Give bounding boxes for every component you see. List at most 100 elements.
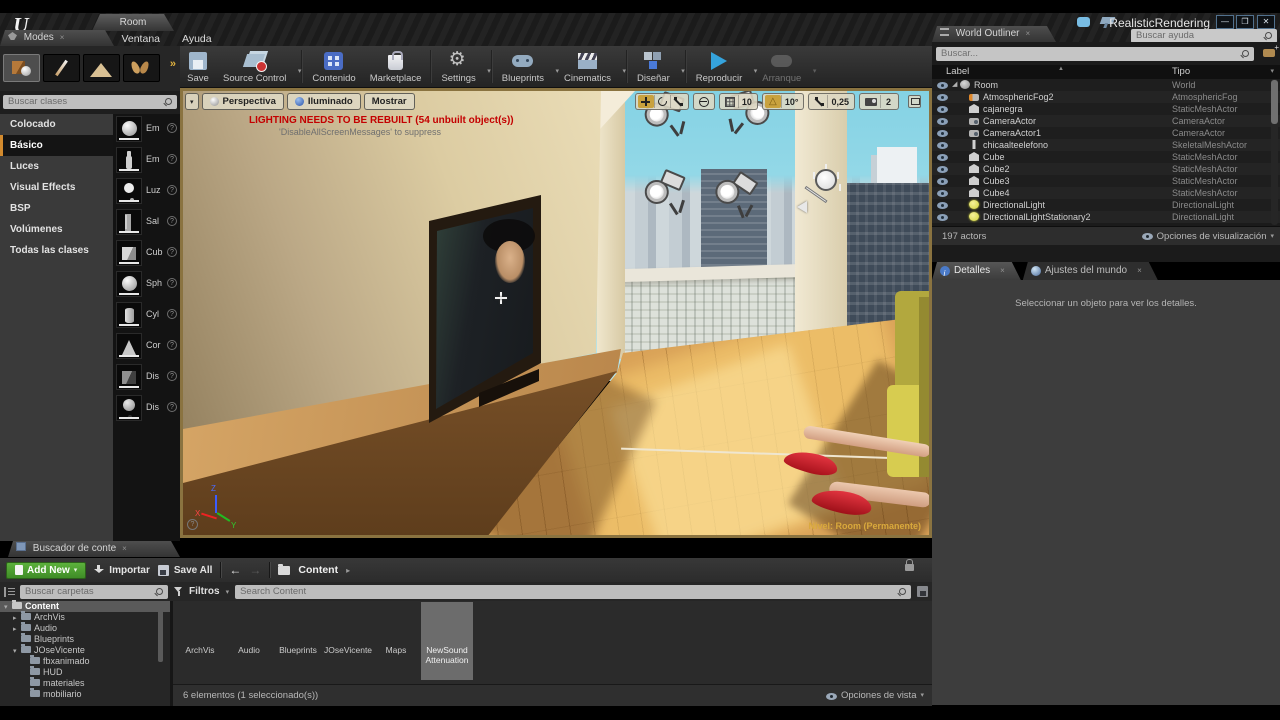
tab-content-browser[interactable]: Buscador de conte × bbox=[8, 541, 180, 557]
help-icon[interactable] bbox=[167, 185, 177, 195]
view-options-button[interactable]: Opciones de vista ▾ bbox=[825, 685, 924, 707]
asset-tile[interactable]: Blueprints bbox=[274, 602, 322, 680]
outliner-row[interactable]: chicaalteelefono SkeletalMeshActor bbox=[932, 139, 1280, 151]
folder-search-input[interactable]: Buscar carpetas bbox=[20, 584, 168, 599]
grid-snap-value[interactable]: 10 bbox=[737, 95, 755, 108]
outliner-view-options[interactable]: Opciones de visualización ▾ bbox=[1141, 227, 1274, 246]
outliner-row[interactable]: CameraActor1 CameraActor bbox=[932, 127, 1280, 139]
modes-category[interactable]: Volúmenes bbox=[0, 219, 113, 240]
mode-landscape-button[interactable] bbox=[83, 54, 120, 82]
modes-category[interactable]: BSP bbox=[0, 198, 113, 219]
outliner-row[interactable]: ◢ Room World bbox=[932, 79, 1280, 91]
mode-place-button[interactable] bbox=[3, 54, 40, 82]
outliner-row[interactable]: DirectionalLight DirectionalLight bbox=[932, 199, 1280, 211]
folder-tree-row[interactable]: mobiliario bbox=[0, 688, 170, 700]
toolbar-button[interactable]: Diseñar ▾ bbox=[630, 46, 685, 87]
save-all-button[interactable]: Save All bbox=[157, 561, 212, 579]
outliner-search-input[interactable]: Buscar... bbox=[936, 47, 1254, 61]
close-icon[interactable]: × bbox=[1000, 262, 1005, 280]
grid-snap-toggle[interactable] bbox=[722, 95, 738, 108]
toolbar-button[interactable]: Settings ▾ bbox=[434, 46, 491, 87]
spotlight-sprite-icon[interactable] bbox=[713, 170, 764, 222]
help-icon[interactable] bbox=[167, 340, 177, 350]
close-icon[interactable]: × bbox=[1026, 29, 1031, 38]
lock-icon[interactable] bbox=[905, 559, 914, 571]
rotate-tool-button[interactable] bbox=[653, 95, 670, 108]
chevron-down-icon[interactable]: ▾ bbox=[623, 67, 627, 75]
help-icon[interactable] bbox=[167, 216, 177, 226]
placeable-item[interactable]: Luz bbox=[113, 176, 180, 207]
asset-tile[interactable]: ArchVis bbox=[176, 602, 224, 680]
outliner-row[interactable]: cajanegra StaticMeshActor bbox=[932, 103, 1280, 115]
help-search-input[interactable]: Buscar ayuda bbox=[1131, 29, 1277, 43]
folder-tree-row[interactable]: ▾ Content bbox=[0, 600, 170, 612]
viewport-options-button[interactable]: ▾ bbox=[185, 93, 199, 110]
camera-speed-value[interactable]: 2 bbox=[880, 95, 896, 108]
back-arrow-icon[interactable]: ← bbox=[229, 561, 241, 579]
outliner-scrollbar-thumb[interactable] bbox=[1271, 80, 1278, 124]
filters-button[interactable]: Filtros bbox=[189, 586, 220, 597]
modes-category[interactable]: Colocado recientemente bbox=[0, 114, 113, 151]
tab-modes[interactable]: Modes × bbox=[0, 30, 114, 46]
breadcrumb-arrow-icon[interactable]: ▸ bbox=[346, 566, 350, 575]
toolbar-button[interactable]: Blueprints ▾ bbox=[495, 46, 559, 87]
outliner-row[interactable]: CameraActor CameraActor bbox=[932, 115, 1280, 127]
scale-snap-toggle[interactable] bbox=[811, 95, 827, 108]
scale-snap-value[interactable]: 0,25 bbox=[827, 95, 852, 108]
help-icon[interactable] bbox=[167, 123, 177, 133]
placeable-item[interactable]: Sal bbox=[113, 207, 180, 238]
placeable-item[interactable]: Dis bbox=[113, 393, 180, 424]
help-icon[interactable] bbox=[167, 247, 177, 257]
camera-speed-button[interactable] bbox=[862, 95, 880, 108]
toolbar-button[interactable]: Reproducir ▾ bbox=[689, 46, 757, 87]
toolbar-button[interactable]: Marketplace ▾ bbox=[363, 46, 429, 87]
world-local-toggle[interactable] bbox=[696, 95, 712, 108]
forward-arrow-icon[interactable]: → bbox=[249, 561, 261, 579]
chevron-down-icon[interactable]: ▾ bbox=[681, 67, 685, 75]
column-label[interactable]: Label bbox=[946, 66, 969, 77]
mode-overflow-chevron[interactable]: » bbox=[170, 58, 176, 70]
menu-item[interactable]: Ventana bbox=[112, 32, 169, 46]
document-tab-room[interactable]: Room bbox=[92, 14, 174, 31]
sources-toggle-icon[interactable] bbox=[4, 586, 15, 597]
outliner-row[interactable]: Cube StaticMeshActor bbox=[932, 151, 1280, 163]
close-icon[interactable]: × bbox=[60, 33, 65, 42]
asset-tile[interactable]: Audio bbox=[225, 602, 273, 680]
show-flags-button[interactable]: Mostrar bbox=[363, 93, 415, 110]
rotation-snap-toggle[interactable]: △ bbox=[764, 95, 781, 108]
viewport-help-icon[interactable] bbox=[187, 519, 198, 530]
add-new-button[interactable]: Add New ▾ bbox=[6, 561, 87, 579]
toolbar-button[interactable]: Arranque ▾ bbox=[755, 46, 816, 87]
asset-tile[interactable]: JOseVicente bbox=[323, 602, 372, 680]
placeable-item[interactable]: Sph bbox=[113, 269, 180, 300]
content-search-input[interactable]: Search Content bbox=[235, 584, 911, 599]
close-icon[interactable]: × bbox=[122, 544, 127, 553]
modes-category[interactable]: Visual Effects bbox=[0, 177, 113, 198]
help-icon[interactable] bbox=[167, 154, 177, 164]
scale-tool-button[interactable] bbox=[669, 95, 686, 108]
tab-world-outliner[interactable]: World Outliner × bbox=[932, 26, 1056, 42]
help-icon[interactable] bbox=[167, 309, 177, 319]
outliner-row[interactable]: Cube2 StaticMeshActor bbox=[932, 163, 1280, 175]
import-button[interactable]: Importar bbox=[94, 561, 150, 579]
filter-funnel-icon[interactable] bbox=[174, 587, 183, 596]
outliner-row[interactable]: DirectionalLightStationary2 DirectionalL… bbox=[932, 211, 1280, 223]
toolbar-button[interactable]: Source Control ▾ bbox=[216, 46, 302, 87]
placeable-item[interactable]: Em bbox=[113, 145, 180, 176]
chevron-down-icon[interactable]: ▾ bbox=[487, 67, 491, 75]
chevron-down-icon[interactable]: ▾ bbox=[298, 67, 302, 75]
rotation-snap-value[interactable]: 10° bbox=[780, 95, 802, 108]
placeable-item[interactable]: Dis bbox=[113, 362, 180, 393]
folder-tree-row[interactable]: ▾ JOseVicente bbox=[0, 644, 170, 656]
close-button[interactable]: ✕ bbox=[1257, 15, 1275, 29]
minimize-button[interactable]: — bbox=[1216, 15, 1234, 29]
classes-search-input[interactable]: Buscar clases bbox=[3, 95, 177, 109]
outliner-row[interactable]: AtmosphericFog2 AtmosphericFog bbox=[932, 91, 1280, 103]
folder-tree-row[interactable]: ▸ ArchVis bbox=[0, 611, 170, 623]
toolbar-button[interactable]: Contenido ▾ bbox=[305, 46, 362, 87]
folder-tree-row[interactable]: materiales bbox=[0, 677, 170, 689]
toolbar-button[interactable]: Cinematics ▾ bbox=[557, 46, 627, 87]
placeable-item[interactable]: Cub bbox=[113, 238, 180, 269]
directional-light-sprite-icon[interactable] bbox=[797, 164, 855, 221]
spotlight-sprite-icon[interactable] bbox=[643, 168, 693, 219]
